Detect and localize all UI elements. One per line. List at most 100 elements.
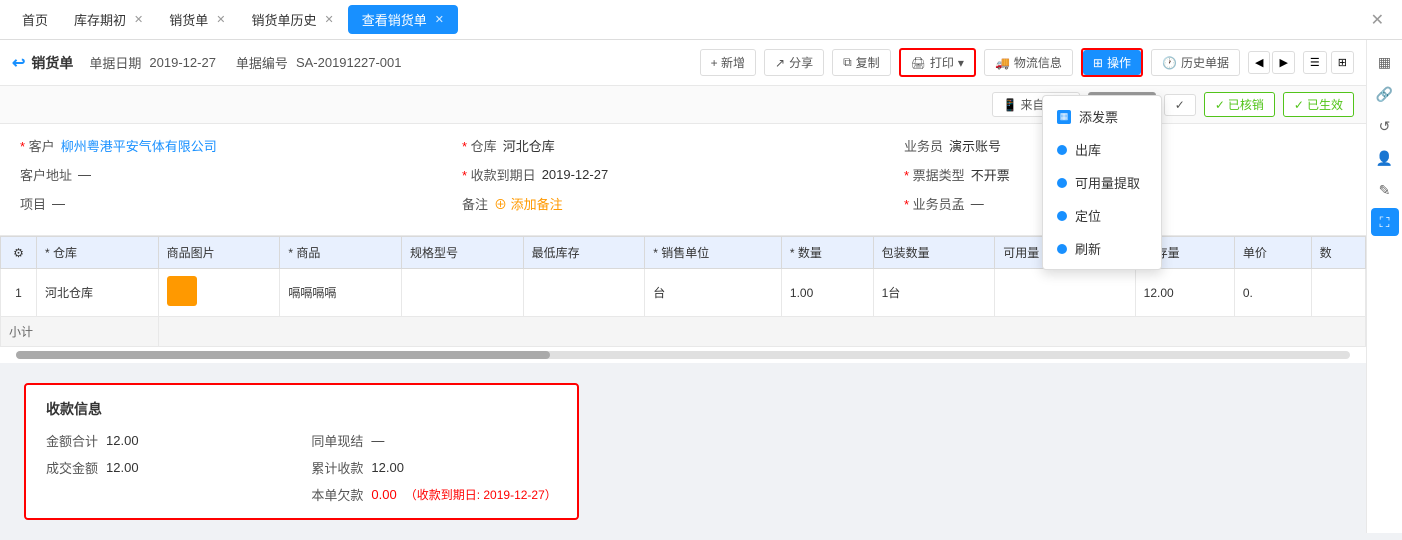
- dropdown-add-invoice[interactable]: ▦ 添发票: [1043, 100, 1161, 133]
- transaction-value: 12.00: [106, 460, 139, 475]
- doc-title: ↩ 销货单: [12, 53, 73, 73]
- toolbar-right: + 新增 ↗ 分享 ⧉ 复制 🖨 打印 ▾: [700, 48, 1354, 77]
- confirm-button[interactable]: ✓: [1164, 94, 1196, 116]
- row-spec: [401, 269, 523, 317]
- row-stock: 12.00: [1135, 269, 1234, 317]
- share-button-label: 分享: [789, 54, 813, 71]
- history-button[interactable]: 🕐 历史单据: [1151, 49, 1240, 76]
- tab-home-label: 首页: [22, 10, 48, 29]
- cumulative-value: 12.00: [371, 460, 404, 475]
- tab-view-sales-close[interactable]: ✕: [435, 13, 444, 26]
- row-pkg-qty: 1台: [873, 269, 995, 317]
- scroll-track[interactable]: [16, 351, 1350, 359]
- logistics-button[interactable]: 🚚 物流信息: [984, 49, 1073, 76]
- copy-button-label: 复制: [856, 54, 880, 71]
- th-min-stock: 最低库存: [523, 237, 645, 269]
- staff-label: 业务员: [904, 136, 943, 155]
- tab-sales-history-close[interactable]: ✕: [325, 13, 334, 26]
- tab-view-sales[interactable]: 查看销货单 ✕: [348, 5, 458, 34]
- tab-home[interactable]: 首页: [10, 4, 60, 35]
- dropdown-qty-extract[interactable]: 可用量提取: [1043, 166, 1161, 199]
- nav-next[interactable]: ▶: [1272, 51, 1294, 74]
- cancel-sales-label: 已核销: [1228, 96, 1264, 113]
- row-unit: 台: [645, 269, 782, 317]
- row-min-stock: [523, 269, 645, 317]
- dropdown-refresh[interactable]: 刷新: [1043, 232, 1161, 265]
- qty-extract-icon: [1057, 178, 1067, 188]
- print-dropdown-arrow[interactable]: ▾: [958, 56, 964, 70]
- new-button[interactable]: + 新增: [700, 49, 756, 76]
- row-extra: [1311, 269, 1365, 317]
- effective-icon: ✓: [1294, 98, 1304, 112]
- copy-icon: ⧉: [843, 55, 852, 70]
- tab-bar: 首页 库存期初 ✕ 销货单 ✕ 销货单历史 ✕ 查看销货单 ✕ ✕: [0, 0, 1402, 40]
- th-image: 商品图片: [158, 237, 280, 269]
- doc-no-value: SA-20191227-001: [296, 55, 402, 70]
- row-image: [158, 269, 280, 317]
- cancel-sales-button[interactable]: ✓ 已核销: [1204, 92, 1275, 117]
- total-row: 金额合计 12.00: [46, 431, 291, 450]
- th-warehouse: * 仓库: [37, 237, 159, 269]
- sidebar-user-icon[interactable]: 👤: [1371, 144, 1399, 172]
- tab-sales-order-close[interactable]: ✕: [216, 13, 225, 26]
- effective-label: 已生效: [1307, 96, 1343, 113]
- window-close-button[interactable]: ✕: [1363, 6, 1392, 34]
- customer-value[interactable]: 柳州粤港平安气体有限公司: [61, 136, 217, 155]
- share-icon: ↗: [775, 56, 785, 70]
- subtotal-row: 小计: [1, 317, 1366, 347]
- row-warehouse: 河北仓库: [37, 269, 159, 317]
- note-field: 备注 ⊕ 添加备注: [462, 194, 904, 213]
- same-order-label: 同单现结: [311, 431, 363, 450]
- tab-sales-order-label: 销货单: [169, 10, 208, 29]
- sidebar-refresh-icon[interactable]: ↺: [1371, 112, 1399, 140]
- th-unit: * 销售单位: [645, 237, 782, 269]
- payment-title: 收款信息: [46, 399, 557, 419]
- sidebar-expand-icon[interactable]: ⛶: [1371, 208, 1399, 236]
- note-label: 备注: [462, 194, 488, 213]
- row-num: 1: [1, 269, 37, 317]
- dropdown-warehouse-out[interactable]: 出库: [1043, 133, 1161, 166]
- logistics-button-label: 物流信息: [1014, 54, 1062, 71]
- warehouse-label: 仓库: [462, 136, 497, 155]
- share-button[interactable]: ↗ 分享: [764, 49, 824, 76]
- tab-sales-history[interactable]: 销货单历史 ✕: [239, 4, 345, 35]
- operation-button[interactable]: ⊞ 操作: [1083, 50, 1141, 75]
- list-view-btn[interactable]: ☰: [1303, 51, 1327, 74]
- warehouse-out-icon: [1057, 145, 1067, 155]
- doc-no-field: 单据编号 SA-20191227-001: [236, 53, 402, 72]
- nav-prev[interactable]: ◀: [1248, 51, 1270, 74]
- dropdown-locate[interactable]: 定位: [1043, 199, 1161, 232]
- grid-view-btn[interactable]: ⊞: [1331, 51, 1354, 74]
- nav-arrows: ◀ ▶: [1248, 51, 1295, 74]
- operation-button-label: 操作: [1107, 54, 1131, 71]
- tab-sales-order[interactable]: 销货单 ✕: [157, 4, 237, 35]
- confirm-icon: ✓: [1175, 98, 1185, 112]
- th-gear: ⚙: [1, 237, 37, 269]
- th-product: * 商品: [280, 237, 402, 269]
- qty-extract-label: 可用量提取: [1075, 173, 1140, 192]
- right-sidebar: ▦ 🔗 ↺ 👤 ✎ ⛶: [1366, 40, 1402, 533]
- sidebar-layout-icon[interactable]: ▦: [1371, 48, 1399, 76]
- print-button[interactable]: 🖨 打印 ▾: [901, 50, 974, 75]
- tab-inventory-init[interactable]: 库存期初 ✕: [62, 4, 155, 35]
- transaction-row: 成交金额 12.00: [46, 458, 291, 477]
- copy-button[interactable]: ⧉ 复制: [832, 49, 891, 76]
- payment-grid: 金额合计 12.00 同单现结 — 成交金额 12.00 累计收款 12.00: [46, 431, 557, 504]
- note-add-btn[interactable]: ⊕ 添加备注: [494, 194, 563, 213]
- locate-label: 定位: [1075, 206, 1101, 225]
- new-button-label: + 新增: [711, 54, 745, 71]
- doc-no-label: 单据编号: [236, 53, 288, 72]
- sidebar-extra-icon[interactable]: ✎: [1371, 176, 1399, 204]
- ticket-type-value: 不开票: [971, 165, 1010, 184]
- tab-inventory-init-close[interactable]: ✕: [134, 13, 143, 26]
- payment-date-value: 2019-12-27: [542, 167, 609, 182]
- tab-inventory-init-label: 库存期初: [74, 10, 126, 29]
- staff-value: 演示账号: [949, 136, 1001, 155]
- scrollbar-area[interactable]: [0, 347, 1366, 363]
- payment-section: 收款信息 金额合计 12.00 同单现结 — 成交金额 12.00: [24, 383, 579, 520]
- address-value: —: [78, 167, 91, 182]
- sidebar-link-icon[interactable]: 🔗: [1371, 80, 1399, 108]
- scroll-thumb[interactable]: [16, 351, 550, 359]
- effective-button[interactable]: ✓ 已生效: [1283, 92, 1354, 117]
- same-order-row: 同单现结 —: [311, 431, 556, 450]
